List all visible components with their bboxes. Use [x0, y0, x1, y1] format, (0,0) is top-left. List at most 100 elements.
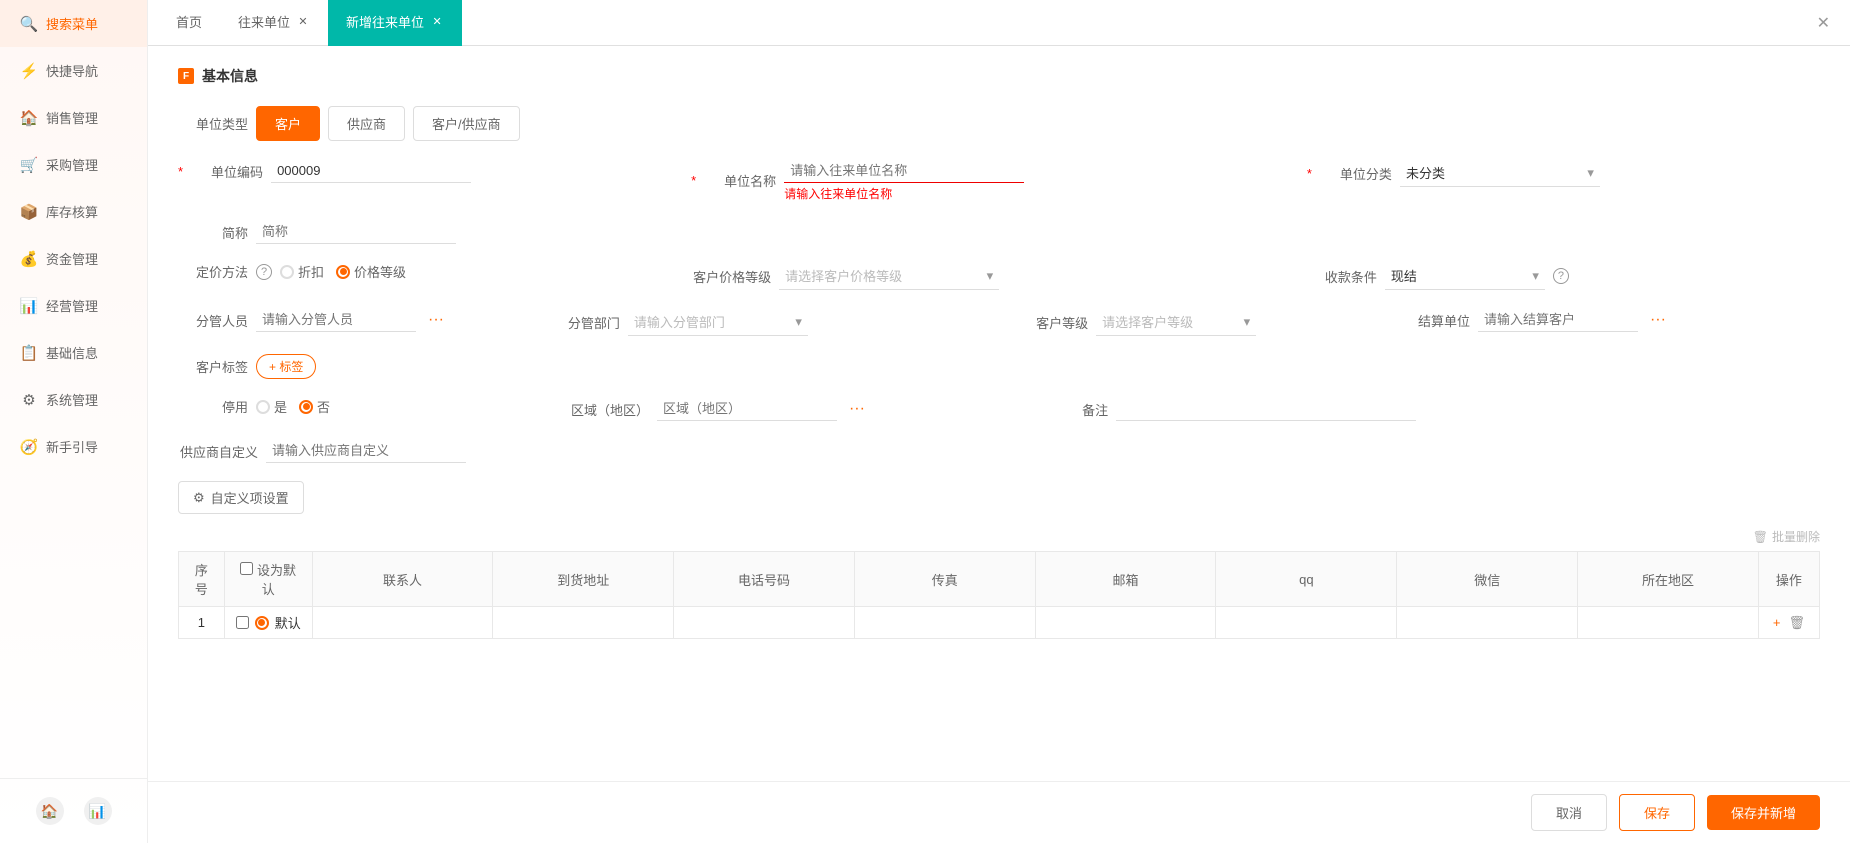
- disable-radio-no[interactable]: 否: [299, 397, 330, 416]
- tab-new-partner[interactable]: 新增往来单位✕: [328, 0, 462, 46]
- customer-price-select[interactable]: 请选择客户价格等级 ▾: [779, 262, 999, 290]
- email-input[interactable]: [1046, 615, 1206, 630]
- pricing-radio-discount[interactable]: 折扣: [280, 262, 324, 281]
- supplier-custom-input[interactable]: [266, 439, 466, 463]
- batch-delete-icon: 🗑: [1753, 530, 1768, 544]
- batch-delete-button[interactable]: 🗑 批量删除: [1753, 528, 1820, 545]
- global-close-button[interactable]: ✕: [1807, 13, 1840, 33]
- add-tag-button[interactable]: + 标签: [256, 354, 316, 379]
- sidebar-item-sales[interactable]: 🏠销售管理: [0, 94, 147, 141]
- sidebar-item-purchase[interactable]: 🛒采购管理: [0, 141, 147, 188]
- tab-close-new-partner[interactable]: ✕: [430, 14, 444, 28]
- sidebar-item-operations[interactable]: 📊经营管理: [0, 282, 147, 329]
- category-select[interactable]: 未分类 ▾: [1400, 159, 1600, 187]
- sidebar-item-system[interactable]: ⚙系统管理: [0, 376, 147, 423]
- customer-price-field: 客户价格等级 请选择客户价格等级 ▾: [691, 262, 1307, 290]
- section-title: F 基本信息: [178, 66, 1820, 86]
- name-input[interactable]: [784, 159, 1024, 183]
- sidebar-item-inventory[interactable]: 📦库存核算: [0, 188, 147, 235]
- table-cell-fax[interactable]: [854, 607, 1035, 639]
- table-cell-checkbox[interactable]: 默认: [224, 607, 312, 639]
- sidebar-item-guide[interactable]: 🧭新手引导: [0, 423, 147, 470]
- code-input[interactable]: [271, 159, 471, 183]
- tags-row: 客户标签 + 标签: [178, 354, 1820, 379]
- sidebar-icon-guide: 🧭: [20, 438, 38, 456]
- table-cell-phone[interactable]: [674, 607, 855, 639]
- tab-label-partner: 往来单位: [238, 12, 290, 31]
- dept-chevron-icon: ▾: [795, 314, 802, 330]
- settlement-more-icon[interactable]: ···: [1646, 311, 1670, 329]
- address-input[interactable]: [503, 615, 663, 630]
- main-area: 首页往来单位✕新增往来单位✕ ✕ F 基本信息 单位类型 客户供应商客户/供应商…: [148, 0, 1850, 843]
- sidebar-label-inventory: 库存核算: [46, 202, 98, 221]
- radio-circle-price-level: [336, 265, 350, 279]
- save-button[interactable]: 保存: [1619, 794, 1695, 831]
- table-cell-contact[interactable]: [312, 607, 493, 639]
- sidebar-label-finance: 资金管理: [46, 249, 98, 268]
- pricing-help-icon[interactable]: ?: [256, 264, 272, 280]
- chart-bottom-icon[interactable]: 📊: [84, 797, 112, 825]
- customer-level-label: 客户等级: [1018, 313, 1088, 332]
- phone-input[interactable]: [684, 615, 844, 630]
- tab-close-partner[interactable]: ✕: [296, 14, 310, 28]
- region-more-icon[interactable]: ···: [845, 400, 869, 418]
- unit-type-btn-both[interactable]: 客户/供应商: [413, 106, 520, 141]
- table-cell-region[interactable]: [1578, 607, 1759, 639]
- sidebar-item-quick-nav[interactable]: ⚡快捷导航: [0, 47, 147, 94]
- region-input[interactable]: [1588, 615, 1748, 630]
- payment-field: 收款条件 现结 ▾ ?: [1307, 262, 1820, 290]
- save-new-button[interactable]: 保存并新增: [1707, 795, 1820, 830]
- sidebar-icon-purchase: 🛒: [20, 156, 38, 174]
- sidebar: 🔍搜索菜单⚡快捷导航🏠销售管理🛒采购管理📦库存核算💰资金管理📊经营管理📋基础信息…: [0, 0, 148, 843]
- fax-input[interactable]: [865, 615, 1025, 630]
- dept-field: 分管部门 请输入分管部门 ▾: [560, 308, 1018, 336]
- table-header: 电话号码: [674, 552, 855, 607]
- home-bottom-icon[interactable]: 🏠: [36, 797, 64, 825]
- disable-radio-yes[interactable]: 是: [256, 397, 287, 416]
- sidebar-item-search-menu[interactable]: 🔍搜索菜单: [0, 0, 147, 47]
- code-name-row: * 单位编码 * 单位名称 请输入往来单位名称 * 单位分类 未分类 ▾: [178, 159, 1820, 202]
- table-header: qq: [1216, 552, 1397, 607]
- name-field-wrapper: 请输入往来单位名称: [784, 159, 1024, 202]
- table-header: 邮箱: [1035, 552, 1216, 607]
- table-select-all[interactable]: [240, 562, 253, 575]
- table-cell-email[interactable]: [1035, 607, 1216, 639]
- delete-row-button[interactable]: 🗑: [1788, 615, 1805, 630]
- wechat-input[interactable]: [1407, 615, 1567, 630]
- region-input[interactable]: [657, 397, 837, 421]
- table-cell-wechat[interactable]: [1397, 607, 1578, 639]
- table-cell-qq[interactable]: [1216, 607, 1397, 639]
- cancel-button[interactable]: 取消: [1531, 794, 1607, 831]
- code-field: * 单位编码: [178, 159, 691, 183]
- manager-input[interactable]: [256, 308, 416, 332]
- table-cell-address[interactable]: [493, 607, 674, 639]
- add-row-button[interactable]: +: [1773, 615, 1781, 630]
- table-header: 序号: [179, 552, 225, 607]
- tab-home[interactable]: 首页: [158, 0, 220, 46]
- sidebar-icon-search-menu: 🔍: [20, 15, 38, 33]
- customer-level-select[interactable]: 请选择客户等级 ▾: [1096, 308, 1256, 336]
- tab-partner[interactable]: 往来单位 ✕: [220, 0, 328, 46]
- contact-input[interactable]: [323, 615, 483, 630]
- remark-input[interactable]: [1116, 397, 1416, 421]
- sidebar-item-basic-info[interactable]: 📋基础信息: [0, 329, 147, 376]
- unit-type-row: 单位类型 客户供应商客户/供应商: [178, 106, 1820, 141]
- abbr-input[interactable]: [256, 220, 456, 244]
- pricing-radio-price-level[interactable]: 价格等级: [336, 262, 406, 281]
- category-label: 单位分类: [1322, 164, 1392, 183]
- qq-input[interactable]: [1226, 615, 1386, 630]
- unit-type-btn-customer[interactable]: 客户: [256, 106, 320, 141]
- unit-type-btn-supplier[interactable]: 供应商: [328, 106, 405, 141]
- settlement-input[interactable]: [1478, 308, 1638, 332]
- row-checkbox[interactable]: [236, 616, 249, 629]
- payment-select[interactable]: 现结 ▾: [1385, 262, 1545, 290]
- sidebar-item-finance[interactable]: 💰资金管理: [0, 235, 147, 282]
- region-field: 区域（地区） ···: [569, 397, 1038, 421]
- custom-settings-button[interactable]: ⚙ 自定义项设置: [178, 481, 304, 514]
- payment-help-icon[interactable]: ?: [1553, 268, 1569, 284]
- disable-label: 停用: [178, 397, 248, 416]
- customer-price-chevron-icon: ▾: [987, 268, 994, 284]
- category-field: * 单位分类 未分类 ▾: [1307, 159, 1820, 187]
- manager-more-icon[interactable]: ···: [424, 311, 448, 329]
- dept-select[interactable]: 请输入分管部门 ▾: [628, 308, 808, 336]
